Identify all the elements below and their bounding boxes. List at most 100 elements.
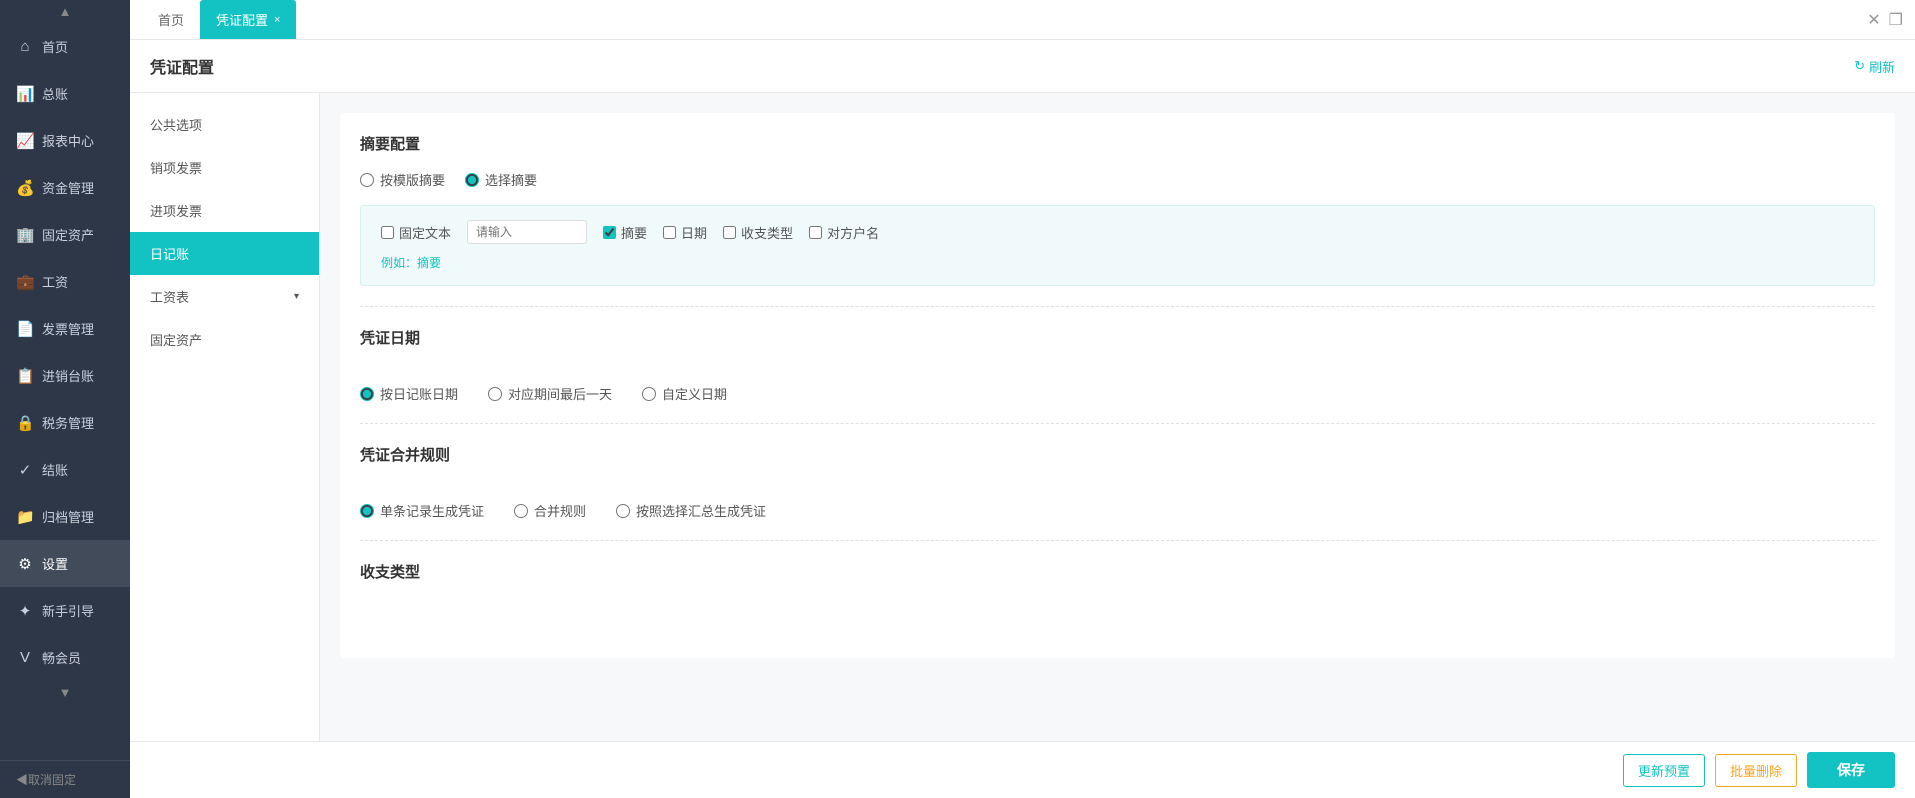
nav-item-payroll[interactable]: 工资表 ▾ xyxy=(130,275,319,318)
sidebar-item-archive[interactable]: 📁 归档管理 xyxy=(0,493,130,540)
sidebar-item-funds[interactable]: 💰 资金管理 xyxy=(0,164,130,211)
sidebar-item-home[interactable]: ⌂ 首页 xyxy=(0,23,130,70)
merge-section-body: 单条记录生成凭证 合并规则 按照选择汇总生成凭证 xyxy=(340,481,1895,540)
income-section-title: 收支类型 xyxy=(340,541,1895,598)
bottom-bar: 更新预置 批量删除 保存 xyxy=(130,741,1915,798)
summary-config-section: 摘要配置 按模版摘要 选择摘要 xyxy=(340,113,1895,306)
sidebar-item-member[interactable]: V 畅会员 xyxy=(0,634,130,681)
merge-radio-group: 单条记录生成凭证 合并规则 按照选择汇总生成凭证 xyxy=(360,501,1875,520)
nav-item-fixed-assets[interactable]: 固定资产 xyxy=(130,318,319,361)
tab-close-window-button[interactable]: ✕ xyxy=(1867,10,1880,30)
sidebar-item-close[interactable]: ✓ 结账 xyxy=(0,446,130,493)
save-button[interactable]: 保存 xyxy=(1807,752,1895,788)
batch-delete-button[interactable]: 批量删除 xyxy=(1715,754,1797,787)
right-content: 摘要配置 按模版摘要 选择摘要 xyxy=(320,93,1915,741)
sidebar-item-salary[interactable]: 💼 工资 xyxy=(0,258,130,305)
radio-merge-input[interactable] xyxy=(514,504,528,518)
member-icon: V xyxy=(16,649,34,666)
radio-custom-date[interactable]: 自定义日期 xyxy=(642,384,727,403)
left-nav: 公共选项 销项发票 进项发票 日记账 工资表 ▾ xyxy=(130,93,320,741)
radio-single-input[interactable] xyxy=(360,504,374,518)
radio-custom-date-input[interactable] xyxy=(642,387,656,401)
radio-select-summary[interactable]: 选择摘要 xyxy=(465,170,537,189)
home-icon: ⌂ xyxy=(16,38,34,55)
checkbox-income-type[interactable]: 收支类型 xyxy=(723,223,793,242)
income-section-body xyxy=(340,598,1895,658)
radio-single[interactable]: 单条记录生成凭证 xyxy=(360,501,484,520)
radio-period-last-input[interactable] xyxy=(488,387,502,401)
reports-icon: 📈 xyxy=(16,132,34,150)
ledger-icon: 📊 xyxy=(16,85,34,103)
sidebar-unpin[interactable]: ◀取消固定 xyxy=(0,760,130,798)
checkbox-fixed-text[interactable]: 固定文本 xyxy=(381,223,451,242)
assets-icon: 🏢 xyxy=(16,226,34,244)
radio-journal-date-input[interactable] xyxy=(360,387,374,401)
nav-item-sales[interactable]: 销项发票 xyxy=(130,146,319,189)
tab-restore-button[interactable]: ❐ xyxy=(1889,10,1903,30)
sidebar-item-settings[interactable]: ⚙ 设置 xyxy=(0,540,130,587)
summary-section-title: 摘要配置 xyxy=(340,113,1895,170)
main-area: 首页 凭证配置 × ✕ ❐ 凭证配置 ↻ 刷新 xyxy=(130,0,1915,798)
tab-close-icon[interactable]: × xyxy=(274,14,280,26)
checkbox-fixed-text-input[interactable] xyxy=(381,226,394,239)
purchases-icon: 📋 xyxy=(16,367,34,385)
summary-example: 例如：摘要 xyxy=(381,254,1854,271)
sidebar-item-invoice[interactable]: 📄 发票管理 xyxy=(0,305,130,352)
tab-home[interactable]: 首页 xyxy=(142,0,200,39)
date-config-section: 凭证日期 按日记账日期 对应期间最后一天 xyxy=(340,307,1895,423)
archive-icon: 📁 xyxy=(16,508,34,526)
sidebar-item-ledger[interactable]: 📊 总账 xyxy=(0,70,130,117)
update-preview-button[interactable]: 更新预置 xyxy=(1623,754,1705,787)
checkbox-summary[interactable]: 摘要 xyxy=(603,223,647,242)
radio-merge[interactable]: 合并规则 xyxy=(514,501,586,520)
refresh-button[interactable]: ↻ 刷新 xyxy=(1854,57,1895,76)
checkbox-date-input[interactable] xyxy=(663,226,676,239)
checkbox-income-type-input[interactable] xyxy=(723,226,736,239)
radio-select-merge[interactable]: 按照选择汇总生成凭证 xyxy=(616,501,766,520)
guide-icon: ✦ xyxy=(16,602,34,620)
content-layout: 公共选项 销项发票 进项发票 日记账 工资表 ▾ xyxy=(130,93,1915,741)
nav-item-journal[interactable]: 日记账 xyxy=(130,232,319,275)
radio-period-last[interactable]: 对应期间最后一天 xyxy=(488,384,612,403)
page-header: 凭证配置 ↻ 刷新 xyxy=(130,40,1915,93)
checkbox-items: 固定文本 摘要 xyxy=(381,220,1854,244)
salary-icon: 💼 xyxy=(16,273,34,291)
checkbox-counterparty[interactable]: 对方户名 xyxy=(809,223,879,242)
sidebar-item-guide[interactable]: ✦ 新手引导 xyxy=(0,587,130,634)
radio-select-input[interactable] xyxy=(465,173,479,187)
sidebar-item-reports[interactable]: 📈 报表中心 xyxy=(0,117,130,164)
checkbox-counterparty-input[interactable] xyxy=(809,226,822,239)
income-type-section: 收支类型 xyxy=(340,541,1895,658)
date-section-title: 凭证日期 xyxy=(340,307,1895,364)
tab-voucher-config[interactable]: 凭证配置 × xyxy=(200,0,296,39)
checkbox-row: 固定文本 摘要 xyxy=(360,205,1875,286)
sidebar-scroll-down[interactable]: ▼ xyxy=(0,681,130,704)
sidebar-scroll-up[interactable]: ▲ xyxy=(0,0,130,23)
chevron-down-icon: ▾ xyxy=(294,291,299,302)
sidebar-item-tax[interactable]: 🔒 税务管理 xyxy=(0,399,130,446)
date-section-body: 按日记账日期 对应期间最后一天 自定义日期 xyxy=(340,364,1895,423)
tax-icon: 🔒 xyxy=(16,414,34,432)
funds-icon: 💰 xyxy=(16,179,34,197)
nav-item-public[interactable]: 公共选项 xyxy=(130,103,319,146)
close-accounts-icon: ✓ xyxy=(16,461,34,479)
radio-template-input[interactable] xyxy=(360,173,374,187)
sidebar-item-assets[interactable]: 🏢 固定资产 xyxy=(0,211,130,258)
merge-config-section: 凭证合并规则 单条记录生成凭证 合并规则 xyxy=(340,424,1895,540)
page-content: 凭证配置 ↻ 刷新 公共选项 销项发票 进项发票 xyxy=(130,40,1915,798)
refresh-icon: ↻ xyxy=(1854,58,1865,74)
fixed-text-input[interactable] xyxy=(467,220,587,244)
radio-select-merge-input[interactable] xyxy=(616,504,630,518)
sidebar-item-purchases[interactable]: 📋 进销台账 xyxy=(0,352,130,399)
invoice-icon: 📄 xyxy=(16,320,34,338)
checkbox-date[interactable]: 日期 xyxy=(663,223,707,242)
config-panel: 摘要配置 按模版摘要 选择摘要 xyxy=(340,113,1895,658)
page-title: 凭证配置 xyxy=(150,54,214,78)
checkbox-summary-input[interactable] xyxy=(603,226,616,239)
nav-item-purchase[interactable]: 进项发票 xyxy=(130,189,319,232)
radio-journal-date[interactable]: 按日记账日期 xyxy=(360,384,458,403)
settings-icon: ⚙ xyxy=(16,555,34,573)
tab-bar: 首页 凭证配置 × ✕ ❐ xyxy=(130,0,1915,40)
radio-template-summary[interactable]: 按模版摘要 xyxy=(360,170,445,189)
sidebar: ▲ ⌂ 首页 📊 总账 📈 报表中心 💰 资金管理 🏢 固定资产 💼 工资 📄 xyxy=(0,0,130,798)
